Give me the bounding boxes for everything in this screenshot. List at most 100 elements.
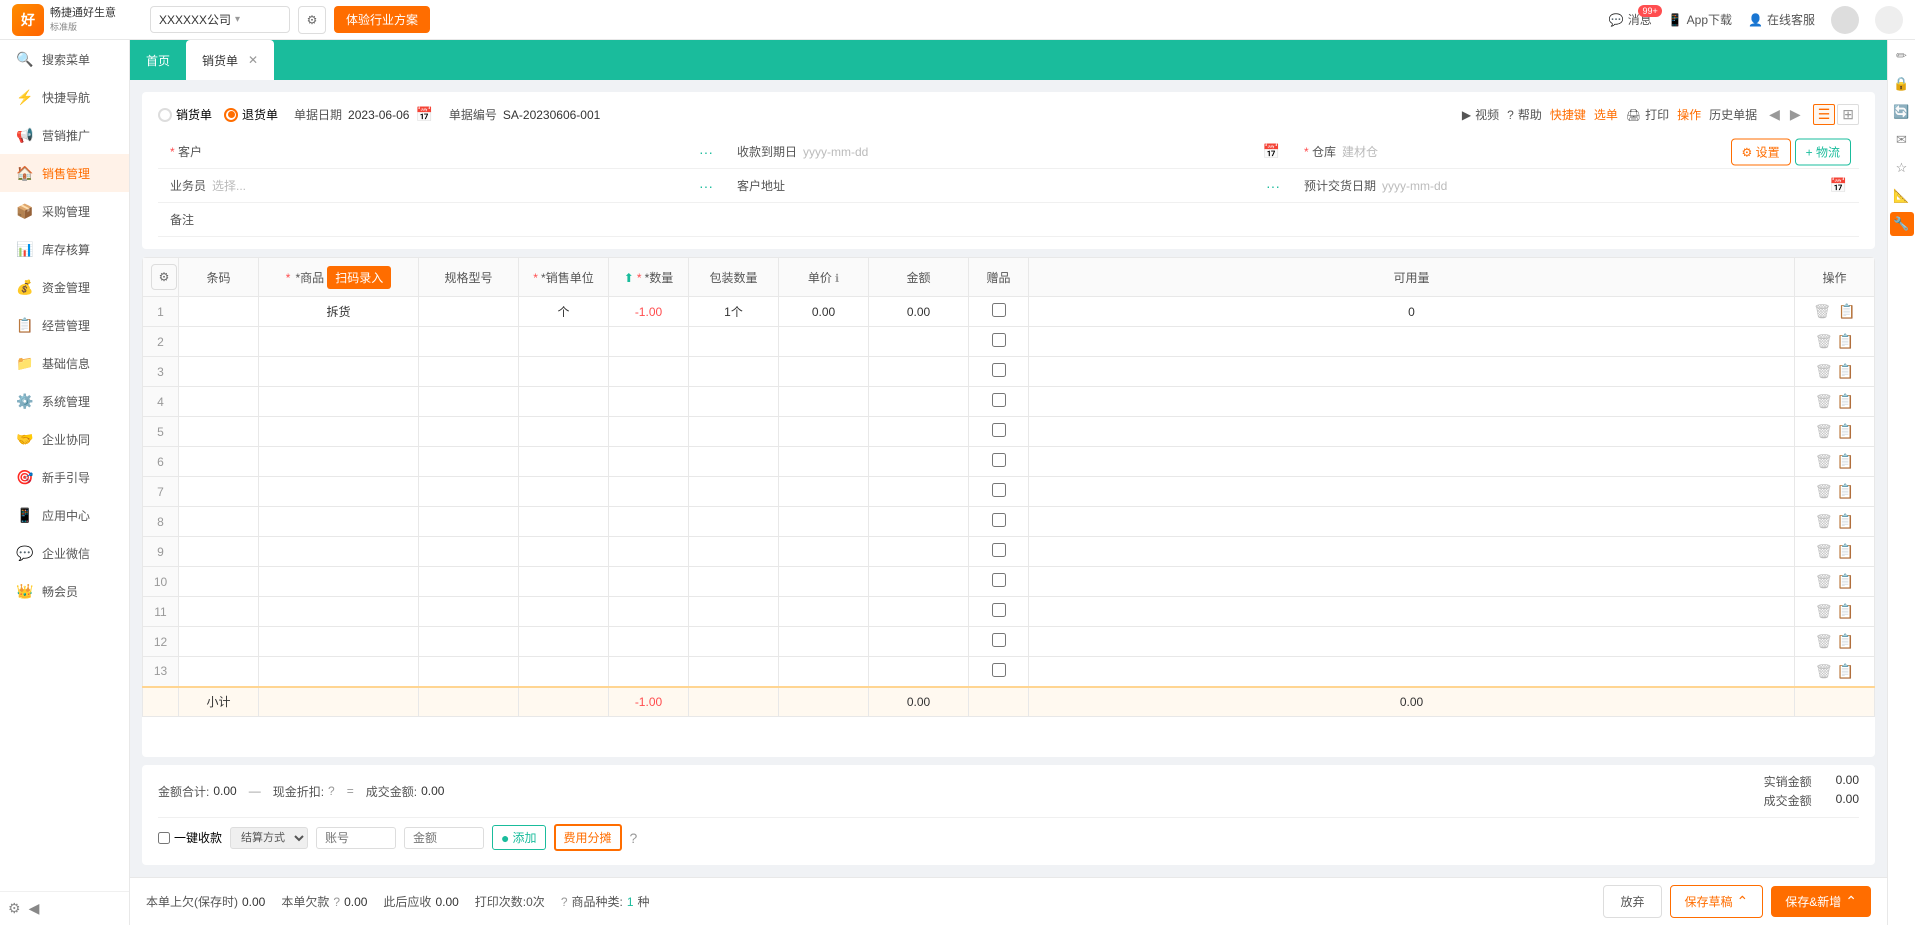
serial-value[interactable]: SA-20230606-001 xyxy=(503,108,600,122)
date-value[interactable]: 2023-06-06 xyxy=(348,108,409,122)
tab-close-icon[interactable]: ✕ xyxy=(248,53,258,67)
cash-discount-help-icon[interactable]: ? xyxy=(328,784,335,798)
select-btn[interactable]: 选单 xyxy=(1594,106,1618,123)
save-draft-button[interactable]: 保存草稿 ⌃ xyxy=(1670,885,1764,918)
right-icon-refresh[interactable]: 🔄 xyxy=(1890,100,1914,124)
delete-icon-1[interactable]: 🗑 xyxy=(1811,303,1833,319)
company-selector[interactable]: XXXXXX公司 ▾ xyxy=(150,6,290,33)
radio-return-order[interactable]: 退货单 xyxy=(224,106,278,123)
date-calendar-icon[interactable]: 📅 xyxy=(415,106,432,123)
list-view-icon[interactable]: ☰ xyxy=(1813,104,1836,125)
product-type-help-icon[interactable]: ? xyxy=(561,895,568,909)
add-button[interactable]: ● 添加 xyxy=(492,825,545,850)
sidebar-item-quicknav[interactable]: ⚡ 快捷导航 xyxy=(0,78,129,116)
payment-method-select[interactable]: 结算方式 xyxy=(230,827,308,849)
print-btn[interactable]: 🖨 打印 xyxy=(1626,106,1669,123)
row-amount-1[interactable]: 0.00 xyxy=(869,297,969,327)
ops-btn[interactable]: 操作 xyxy=(1677,106,1701,123)
user-avatar[interactable] xyxy=(1831,6,1859,34)
history-btn[interactable]: 历史单据 xyxy=(1709,106,1757,123)
copy-icon-2[interactable]: 📋 xyxy=(1835,333,1856,349)
payment-due-calendar-icon[interactable]: 📅 xyxy=(1263,143,1280,160)
row-barcode-1[interactable] xyxy=(179,297,259,327)
sidebar-item-enterprise[interactable]: 🤝 企业协同 xyxy=(0,420,129,458)
row-gift-1[interactable] xyxy=(969,297,1029,327)
sidebar-item-operations[interactable]: 📋 经营管理 xyxy=(0,306,129,344)
row-price-1[interactable]: 0.00 xyxy=(779,297,869,327)
sidebar-item-sales[interactable]: 🏠 销售管理 xyxy=(0,154,129,192)
table-row: 7🗑📋 xyxy=(143,477,1875,507)
shortcut-btn[interactable]: 快捷键 xyxy=(1550,106,1586,123)
add-icon: ● xyxy=(501,830,509,846)
gift-checkbox-2[interactable] xyxy=(992,333,1006,347)
account-input[interactable] xyxy=(316,827,396,849)
right-icon-star[interactable]: ☆ xyxy=(1890,156,1914,180)
row-product-1[interactable]: 拆货 xyxy=(259,297,419,327)
tab-home[interactable]: 首页 xyxy=(130,40,186,80)
customer-addr-dots-btn[interactable]: ··· xyxy=(1266,178,1280,194)
row-qty-1[interactable]: -1.00 xyxy=(609,297,689,327)
trial-button[interactable]: 体验行业方案 xyxy=(334,6,430,33)
online-service-button[interactable]: 👤 在线客服 xyxy=(1748,11,1815,28)
warehouse-label: 仓库 xyxy=(1304,143,1336,160)
message-button[interactable]: 💬 消息 99+ xyxy=(1609,11,1652,28)
overdue-help-icon[interactable]: ? xyxy=(333,895,340,909)
sidebar-collapse-btn[interactable]: ◀ xyxy=(29,900,40,917)
setup-button[interactable]: ⚙ ⚙ 设置设置 xyxy=(1731,138,1791,165)
right-icon-orange[interactable]: 🔧 xyxy=(1890,212,1914,236)
payment-due-input[interactable] xyxy=(803,145,1257,159)
video-btn[interactable]: ▶ 视频 xyxy=(1462,106,1499,123)
right-icon-edit[interactable]: ✏ xyxy=(1890,44,1914,68)
delivery-calendar-icon[interactable]: 📅 xyxy=(1830,177,1847,194)
app-download-button[interactable]: 📱 App下载 xyxy=(1668,11,1732,28)
sidebar-item-apps[interactable]: 📱 应用中心 xyxy=(0,496,129,534)
customer-addr-input[interactable] xyxy=(791,179,1260,193)
right-icon-message[interactable]: ✉ xyxy=(1890,128,1914,152)
fee-split-button[interactable]: 费用分摊 xyxy=(554,824,622,851)
sidebar-item-purchase[interactable]: 📦 采购管理 xyxy=(0,192,129,230)
logistics-button[interactable]: + 物流 xyxy=(1795,138,1851,165)
transaction-label: 成交金额: xyxy=(366,783,417,800)
sidebar-item-system[interactable]: ⚙️ 系统管理 xyxy=(0,382,129,420)
sidebar-settings-btn[interactable]: ⚙ xyxy=(8,900,21,917)
next-arrow-icon[interactable]: ▶ xyxy=(1786,104,1805,125)
sidebar-item-wechat[interactable]: 💬 企业微信 xyxy=(0,534,129,572)
delete-icon-2[interactable]: 🗑 xyxy=(1813,333,1835,349)
row-spec-1[interactable] xyxy=(419,297,519,327)
delivery-date-input[interactable] xyxy=(1382,179,1824,193)
prev-arrow-icon[interactable]: ◀ xyxy=(1765,104,1784,125)
customer-dots-btn[interactable]: ··· xyxy=(699,144,713,160)
gift-checkbox-1[interactable] xyxy=(992,303,1006,317)
customer-input[interactable] xyxy=(208,145,693,159)
row-pack-1[interactable]: 1个 xyxy=(689,297,779,327)
salesperson-dots-btn[interactable]: ··· xyxy=(699,178,713,194)
sidebar-item-member[interactable]: 👑 畅会员 xyxy=(0,572,129,610)
sidebar-item-basic[interactable]: 📁 基础信息 xyxy=(0,344,129,382)
radio-sales-order[interactable]: 销货单 xyxy=(158,106,212,123)
row-unit-1[interactable]: 个 xyxy=(519,297,609,327)
fee-help-icon[interactable]: ? xyxy=(630,830,638,846)
notes-input[interactable] xyxy=(200,213,1847,227)
settings-icon-btn[interactable]: ⚙ xyxy=(298,6,326,34)
help-btn[interactable]: ? 帮助 xyxy=(1507,106,1542,123)
sidebar-item-inventory[interactable]: 📊 库存核算 xyxy=(0,230,129,268)
notes-row: 备注 xyxy=(158,203,1859,237)
salesperson-input[interactable] xyxy=(212,179,693,193)
grid-view-icon[interactable]: ⊞ xyxy=(1837,104,1859,125)
sidebar-item-guide[interactable]: 🎯 新手引导 xyxy=(0,458,129,496)
one-click-checkbox[interactable] xyxy=(158,832,170,844)
abandon-button[interactable]: 放弃 xyxy=(1603,885,1661,918)
save-new-button[interactable]: 保存&新增 ⌃ xyxy=(1771,886,1871,917)
amount-total-field: 金额合计: 0.00 xyxy=(158,783,237,800)
tab-sales-order[interactable]: 销货单 ✕ xyxy=(186,40,274,80)
sidebar-item-finance[interactable]: 💰 资金管理 xyxy=(0,268,129,306)
amount-input[interactable] xyxy=(404,827,484,849)
sidebar-item-search[interactable]: 🔍 搜索菜单 xyxy=(0,40,129,78)
payment-due-label: 收款到期日 xyxy=(737,143,797,160)
scan-button[interactable]: 扫码录入 xyxy=(327,266,391,289)
copy-icon-1[interactable]: 📋 xyxy=(1836,303,1857,319)
sidebar-item-marketing[interactable]: 📢 营销推广 xyxy=(0,116,129,154)
right-icon-ruler[interactable]: 📐 xyxy=(1890,184,1914,208)
right-icon-lock[interactable]: 🔒 xyxy=(1890,72,1914,96)
table-settings-btn[interactable]: ⚙ xyxy=(151,264,177,290)
